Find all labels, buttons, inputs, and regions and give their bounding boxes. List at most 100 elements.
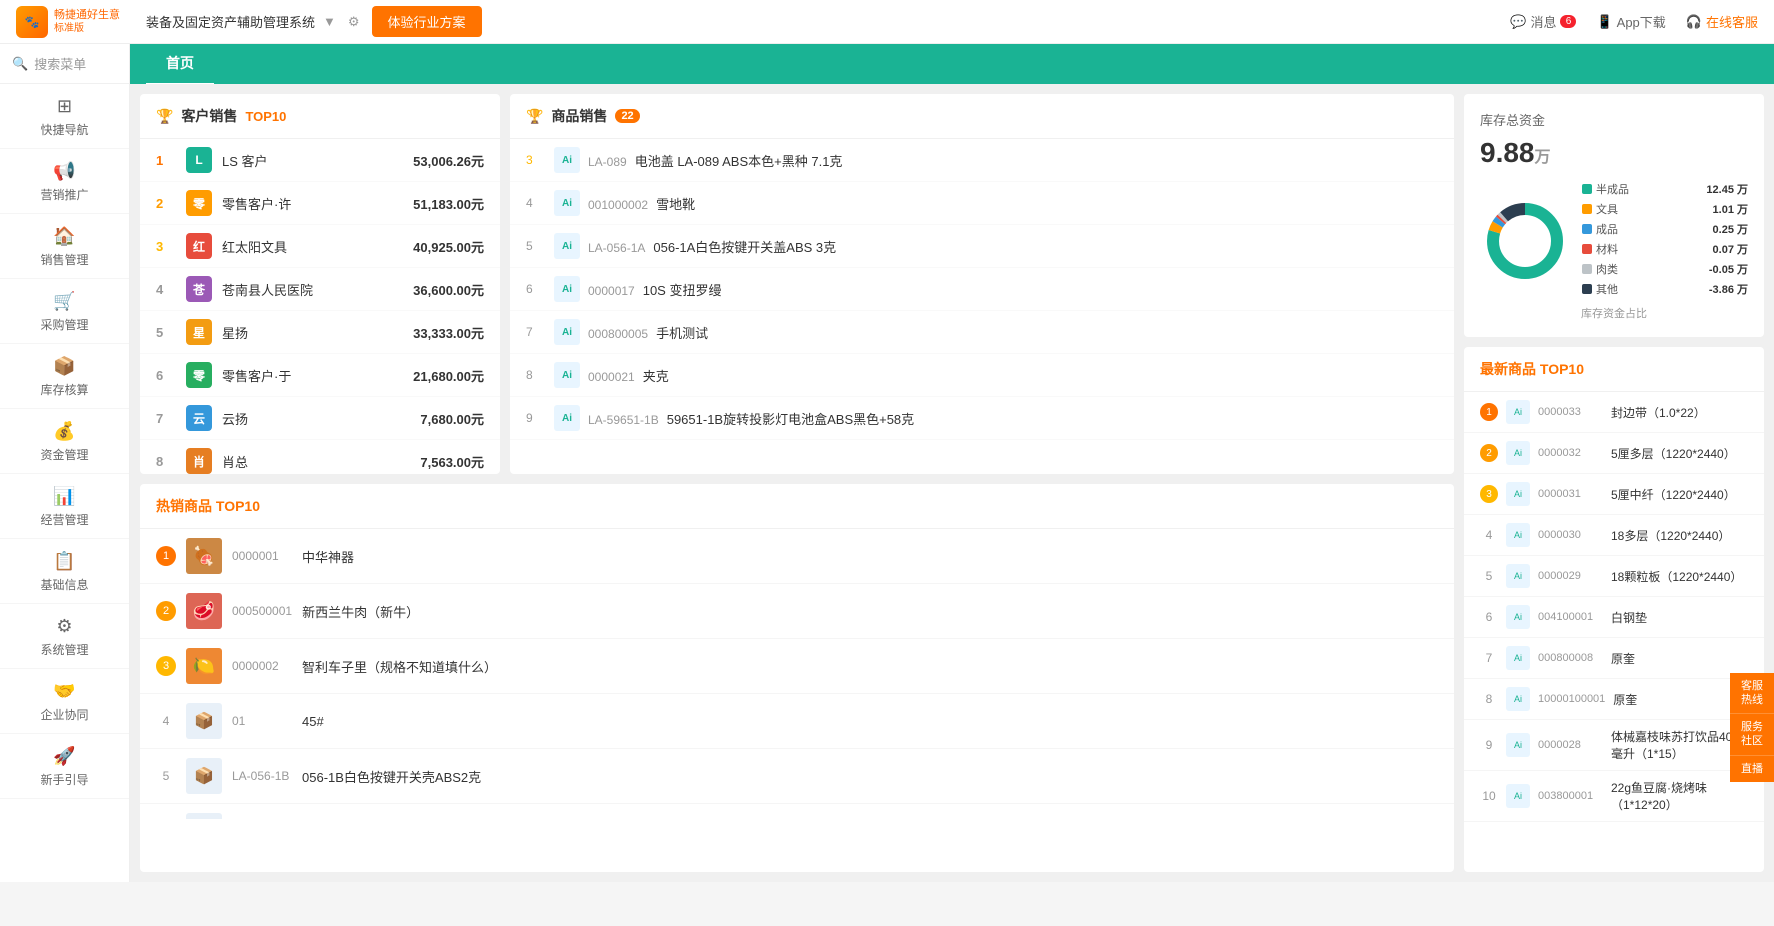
product-rank-row[interactable]: 4 Ai 001000002 雪地靴 bbox=[510, 182, 1454, 225]
online-service-button[interactable]: 🎧 在线客服 bbox=[1686, 12, 1758, 31]
quick-nav-icon: ⊞ bbox=[57, 96, 72, 117]
product-name: 夹克 bbox=[643, 366, 669, 385]
latest-item[interactable]: 10 Ai 003800001 22g鱼豆腐·烧烤味（1*12*20） bbox=[1464, 771, 1764, 822]
logo-icon: 🐾 bbox=[16, 6, 48, 38]
sidebar-item-inventory[interactable]: 📦 库存核算 bbox=[0, 344, 129, 409]
customer-avatar: 云 bbox=[186, 405, 212, 431]
chart-legend: 半成品 12.45 万 文具 1.01 万 成品 0.25 万 bbox=[1582, 181, 1748, 301]
product-rank-row[interactable]: 7 Ai 000800005 手机测试 bbox=[510, 311, 1454, 354]
bestseller-item[interactable]: 6 📦 LA-056-1A 056-1A白色按键开关盖ABS 3克 bbox=[140, 804, 1454, 819]
bestseller-item[interactable]: 5 📦 LA-056-1B 056-1B白色按键开关壳ABS2克 bbox=[140, 749, 1454, 804]
customer-rank-row[interactable]: 2 零 零售客户·许 51,183.00元 bbox=[140, 182, 500, 225]
bestseller-item[interactable]: 1 🍖 0000001 中华神器 bbox=[140, 529, 1454, 584]
legend-color bbox=[1582, 284, 1592, 294]
rank-badge: 1 bbox=[1480, 403, 1498, 421]
product-rank-row[interactable]: 5 Ai LA-056-1A 056-1A白色按键开关盖ABS 3克 bbox=[510, 225, 1454, 268]
product-icon: Ai bbox=[554, 405, 580, 431]
community-button[interactable]: 服务社区 bbox=[1730, 714, 1774, 756]
customer-rank-row[interactable]: 8 肖 肖总 7,563.00元 bbox=[140, 440, 500, 474]
sidebar-item-basic[interactable]: 📋 基础信息 bbox=[0, 539, 129, 604]
customer-rank-row[interactable]: 1 L LS 客户 53,006.26元 bbox=[140, 139, 500, 182]
rank-badge: 4 bbox=[1480, 528, 1498, 542]
gear-icon[interactable]: ⚙ bbox=[348, 14, 360, 30]
product-name: 新西兰牛肉（新牛） bbox=[302, 602, 1438, 621]
latest-item[interactable]: 2 Ai 0000032 5厘多层（1220*2440） bbox=[1464, 433, 1764, 474]
rank-number: 6 bbox=[156, 368, 176, 383]
sidebar-item-system[interactable]: ⚙ 系统管理 bbox=[0, 604, 129, 669]
customer-ranking-list: 1 L LS 客户 53,006.26元 2 零 零售客户·许 51,183.0… bbox=[140, 139, 500, 474]
tab-home[interactable]: 首页 bbox=[146, 44, 214, 86]
customer-avatar: 零 bbox=[186, 190, 212, 216]
header: 🐾 畅捷通好生意 标准版 装备及固定资产辅助管理系统 ▼ ⚙ 体验行业方案 💬 … bbox=[0, 0, 1774, 44]
sidebar-item-purchase[interactable]: 🛒 采购管理 bbox=[0, 279, 129, 344]
latest-item[interactable]: 8 Ai 10000100001 原奎 bbox=[1464, 679, 1764, 720]
product-icon: Ai bbox=[554, 319, 580, 345]
bestseller-item[interactable]: 4 📦 01 45# bbox=[140, 694, 1454, 749]
customer-avatar: 红 bbox=[186, 233, 212, 259]
product-code: 0000028 bbox=[1538, 739, 1603, 751]
latest-item[interactable]: 6 Ai 004100001 白钢垫 bbox=[1464, 597, 1764, 638]
sidebar-item-guide[interactable]: 🚀 新手引导 bbox=[0, 734, 129, 799]
headset-icon: 🎧 bbox=[1686, 14, 1702, 30]
legend-item: 成品 0.25 万 bbox=[1582, 221, 1748, 237]
customer-rank-row[interactable]: 6 零 零售客户·于 21,680.00元 bbox=[140, 354, 500, 397]
product-info: LA-056-1A 056-1A白色按键开关盖ABS 3克 bbox=[588, 237, 836, 256]
trial-button[interactable]: 体验行业方案 bbox=[372, 6, 482, 37]
sidebar-item-quick-nav[interactable]: ⊞ 快捷导航 bbox=[0, 84, 129, 149]
customer-rank-row[interactable]: 5 星 星扬 33,333.00元 bbox=[140, 311, 500, 354]
product-info: 0000017 10S 变扭罗缦 bbox=[588, 280, 721, 299]
sidebar-item-finance[interactable]: 💰 资金管理 bbox=[0, 409, 129, 474]
sidebar-item-operation[interactable]: 📊 经营管理 bbox=[0, 474, 129, 539]
product-icon: Ai bbox=[554, 147, 580, 173]
product-icon: Ai bbox=[1506, 784, 1530, 808]
bestseller-header: 热销商品 TOP10 bbox=[140, 484, 1454, 529]
latest-item[interactable]: 5 Ai 0000029 18颗粒板（1220*2440） bbox=[1464, 556, 1764, 597]
customer-rank-row[interactable]: 7 云 云扬 7,680.00元 bbox=[140, 397, 500, 440]
product-name: 原奎 bbox=[1613, 691, 1748, 708]
customer-rank-row[interactable]: 4 苍 苍南县人民医院 36,600.00元 bbox=[140, 268, 500, 311]
legend-label: 成品 bbox=[1596, 221, 1709, 237]
search-menu[interactable]: 🔍 搜索菜单 bbox=[0, 44, 129, 84]
finance-icon: 💰 bbox=[53, 421, 75, 442]
rank-number: 2 bbox=[156, 196, 176, 211]
middle-panel: 🏆 客户销售 TOP10 1 L LS 客户 53,006.26元 bbox=[140, 94, 1454, 872]
customer-ranking-card: 🏆 客户销售 TOP10 1 L LS 客户 53,006.26元 bbox=[140, 94, 500, 474]
product-rank-row[interactable]: 3 Ai LA-089 电池盖 LA-089 ABS本色+黑种 7.1克 bbox=[510, 139, 1454, 182]
legend-label: 材料 bbox=[1596, 241, 1709, 257]
sidebar-item-coop[interactable]: 🤝 企业协同 bbox=[0, 669, 129, 734]
product-code: 01 bbox=[232, 714, 292, 728]
product-icon: Ai bbox=[1506, 400, 1530, 424]
product-badge: 22 bbox=[615, 109, 639, 123]
hotline-button[interactable]: 客服热线 bbox=[1730, 673, 1774, 715]
product-rank-row[interactable]: 8 Ai 0000021 夹克 bbox=[510, 354, 1454, 397]
product-code: LA-089 bbox=[588, 155, 627, 169]
product-rank-row[interactable]: 6 Ai 0000017 10S 变扭罗缦 bbox=[510, 268, 1454, 311]
guide-icon: 🚀 bbox=[53, 746, 75, 767]
purchase-icon: 🛒 bbox=[53, 291, 75, 312]
product-icon: Ai bbox=[1506, 605, 1530, 629]
latest-item[interactable]: 4 Ai 0000030 18多层（1220*2440） bbox=[1464, 515, 1764, 556]
sidebar-item-sales[interactable]: 🏠 销售管理 bbox=[0, 214, 129, 279]
upper-panels: 🏆 客户销售 TOP10 1 L LS 客户 53,006.26元 bbox=[140, 94, 1454, 474]
dropdown-icon[interactable]: ▼ bbox=[323, 14, 336, 29]
live-button[interactable]: 直播 bbox=[1730, 756, 1774, 782]
latest-item[interactable]: 7 Ai 000800008 原奎 bbox=[1464, 638, 1764, 679]
latest-item[interactable]: 3 Ai 0000031 5厘中纤（1220*2440） bbox=[1464, 474, 1764, 515]
basic-icon: 📋 bbox=[53, 551, 75, 572]
product-code: 10000100001 bbox=[1538, 693, 1605, 705]
bestseller-card: 热销商品 TOP10 1 🍖 0000001 中华神器 2 bbox=[140, 484, 1454, 872]
product-rank-row[interactable]: 9 Ai LA-59651-1B 59651-1B旋转投影灯电池盒ABS黑色+5… bbox=[510, 397, 1454, 440]
legend-color bbox=[1582, 184, 1592, 194]
message-button[interactable]: 💬 消息 6 bbox=[1510, 12, 1576, 31]
latest-item[interactable]: 1 Ai 0000033 封边带（1.0*22） bbox=[1464, 392, 1764, 433]
bestseller-item[interactable]: 2 🥩 000500001 新西兰牛肉（新牛） bbox=[140, 584, 1454, 639]
customer-rank-row[interactable]: 3 红 红太阳文具 40,925.00元 bbox=[140, 225, 500, 268]
app-download-button[interactable]: 📱 App下载 bbox=[1596, 12, 1665, 31]
bestseller-item[interactable]: 3 🍋 0000002 智利车子里（规格不知道填什么） bbox=[140, 639, 1454, 694]
sidebar-item-marketing[interactable]: 📢 营销推广 bbox=[0, 149, 129, 214]
product-thumbnail: 📦 bbox=[186, 758, 222, 794]
rank-badge: 9 bbox=[1480, 738, 1498, 752]
product-code: 0000030 bbox=[1538, 529, 1603, 541]
system-selector[interactable]: 装备及固定资产辅助管理系统 ▼ ⚙ bbox=[146, 12, 360, 31]
latest-item[interactable]: 9 Ai 0000028 体械嘉枝味苏打饮品400毫升（1*15） bbox=[1464, 720, 1764, 771]
